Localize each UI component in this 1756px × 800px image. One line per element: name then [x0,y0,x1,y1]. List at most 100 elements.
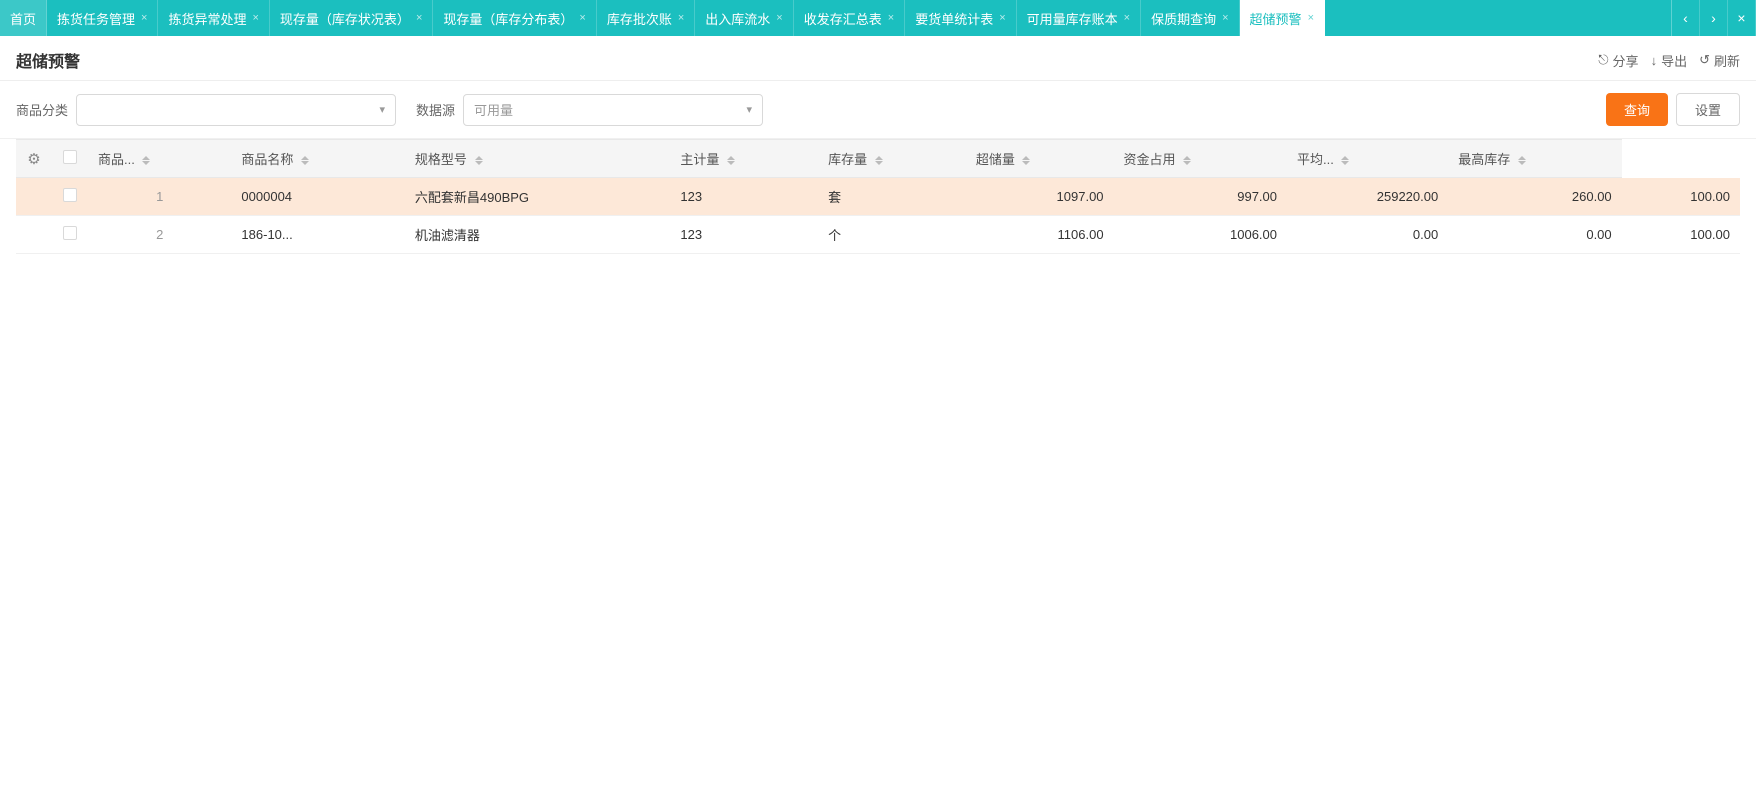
col-settings: ⚙ [16,140,52,178]
col-checkbox [52,140,88,178]
close-icon[interactable]: × [1222,12,1228,24]
cell-index: 2 [88,216,231,254]
cell-product-name: 机油滤清器 [405,216,671,254]
table-row: 1 0000004 六配套新昌490BPG 123 套 1097.00 997.… [16,178,1740,216]
row-checkbox[interactable] [63,226,77,240]
export-icon: ↓ [1651,53,1658,68]
header-actions: ⎋ 分享 ↓ 导出 ↺ 刷新 [1598,51,1740,70]
filter-buttons: 查询 设置 [1606,93,1740,126]
export-button[interactable]: ↓ 导出 [1651,51,1688,70]
tab-batch-account[interactable]: 库存批次账 × [597,0,695,36]
cell-capital: 0.00 [1287,216,1448,254]
cell-unit: 套 [818,178,966,216]
chevron-down-icon: ▾ [747,103,753,116]
close-icon[interactable]: × [252,12,258,24]
col-spec[interactable]: 规格型号 [405,140,671,178]
tab-inventory-status[interactable]: 现存量（库存状况表） × [270,0,433,36]
cell-product-code: 0000004 [231,178,404,216]
row-checkbox-cell [52,216,88,254]
page-content: 超储预警 ⎋ 分享 ↓ 导出 ↺ 刷新 商品分类 ▾ 数据源 [0,36,1756,800]
header-checkbox[interactable] [63,150,77,164]
close-icon[interactable]: × [888,12,894,24]
col-avg[interactable]: 平均... [1287,140,1448,178]
cell-capital: 259220.00 [1287,178,1448,216]
share-button[interactable]: ⎋ 分享 [1598,51,1638,70]
nav-arrows: ‹ › × [1671,0,1756,36]
datasource-value: 可用量 [474,100,513,119]
table-row: 2 186-10... 机油滤清器 123 个 1106.00 1006.00 … [16,216,1740,254]
tab-summary[interactable]: 收发存汇总表 × [794,0,905,36]
col-unit[interactable]: 主计量 [670,140,818,178]
tab-requisition[interactable]: 要货单统计表 × [905,0,1016,36]
cell-overstock: 1006.00 [1114,216,1287,254]
cell-max-stock: 100.00 [1622,216,1740,254]
col-max-stock[interactable]: 最高库存 [1448,140,1621,178]
datasource-select[interactable]: 可用量 ▾ [463,94,763,126]
cell-avg: 260.00 [1448,178,1621,216]
gear-icon[interactable]: ⚙ [27,151,40,168]
tab-inventory-dist[interactable]: 现存量（库存分布表） × [433,0,596,36]
col-capital[interactable]: 资金占用 [1114,140,1287,178]
close-icon[interactable]: × [416,12,422,24]
settings-button[interactable]: 设置 [1676,93,1740,126]
table-container: ⚙ 商品... 商品名称 [0,139,1756,254]
chevron-down-icon: ▾ [379,103,385,116]
refresh-icon: ↺ [1699,52,1710,68]
table-body: 1 0000004 六配套新昌490BPG 123 套 1097.00 997.… [16,178,1740,254]
col-product-name[interactable]: 商品名称 [231,140,404,178]
tab-pick-exception[interactable]: 拣货异常处理 × [158,0,269,36]
row-settings-cell [16,178,52,216]
filter-area: 商品分类 ▾ 数据源 可用量 ▾ 查询 设置 [0,81,1756,139]
close-icon[interactable]: × [579,12,585,24]
cell-spec: 123 [670,178,818,216]
close-icon[interactable]: × [141,12,147,24]
col-overstock[interactable]: 超储量 [966,140,1114,178]
sort-icon [301,156,309,165]
category-filter: 商品分类 ▾ [16,94,396,126]
datasource-label: 数据源 [416,100,455,119]
cell-overstock: 997.00 [1114,178,1287,216]
tab-overstock[interactable]: 超储预警 × [1240,0,1325,36]
nav-prev-button[interactable]: ‹ [1672,0,1700,36]
data-table: ⚙ 商品... 商品名称 [16,139,1740,254]
share-icon: ⎋ [1598,52,1608,68]
cell-stock: 1097.00 [966,178,1114,216]
nav-close-button[interactable]: × [1728,0,1756,36]
refresh-button[interactable]: ↺ 刷新 [1699,51,1740,70]
close-icon[interactable]: × [1308,12,1314,24]
sort-icon [1183,156,1191,165]
sort-icon [1341,156,1349,165]
top-nav: 首页 拣货任务管理 × 拣货异常处理 × 现存量（库存状况表） × 现存量（库存… [0,0,1756,36]
cell-avg: 0.00 [1448,216,1621,254]
sort-icon [875,156,883,165]
category-select[interactable]: ▾ [76,94,396,126]
close-icon[interactable]: × [678,12,684,24]
row-checkbox[interactable] [63,188,77,202]
category-label: 商品分类 [16,100,68,119]
tab-available[interactable]: 可用量库存账本 × [1017,0,1141,36]
tab-pick-task[interactable]: 拣货任务管理 × [47,0,158,36]
tab-home[interactable]: 首页 [0,0,47,36]
query-button[interactable]: 查询 [1606,93,1668,126]
sort-icon [1022,156,1030,165]
tab-flow[interactable]: 出入库流水 × [695,0,793,36]
sort-icon [475,156,483,165]
datasource-filter: 数据源 可用量 ▾ [416,94,763,126]
close-icon[interactable]: × [999,12,1005,24]
tab-expiry[interactable]: 保质期查询 × [1141,0,1239,36]
close-icon[interactable]: × [776,12,782,24]
cell-spec: 123 [670,216,818,254]
close-icon[interactable]: × [1124,12,1130,24]
row-checkbox-cell [52,178,88,216]
col-product-code[interactable]: 商品... [88,140,231,178]
table-header-row: ⚙ 商品... 商品名称 [16,140,1740,178]
cell-unit: 个 [818,216,966,254]
sort-icon [142,156,150,165]
cell-product-code: 186-10... [231,216,404,254]
cell-max-stock: 100.00 [1622,178,1740,216]
nav-next-button[interactable]: › [1700,0,1728,36]
col-stock[interactable]: 库存量 [818,140,966,178]
row-settings-cell [16,216,52,254]
sort-icon [1518,156,1526,165]
sort-icon [727,156,735,165]
